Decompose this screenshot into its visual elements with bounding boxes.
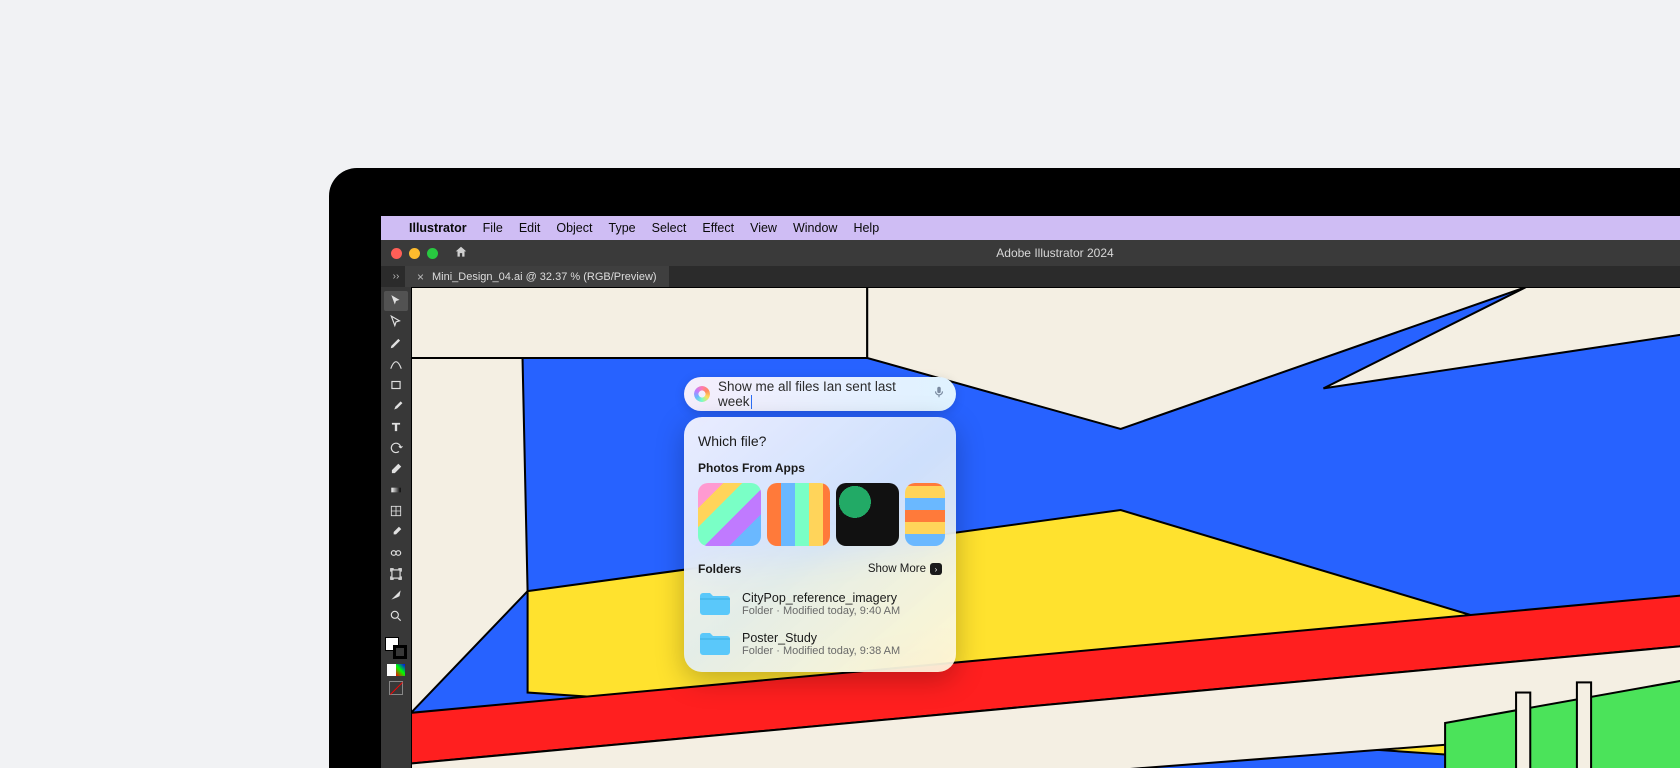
close-tab-icon[interactable]: × xyxy=(417,270,424,284)
menu-help[interactable]: Help xyxy=(853,221,879,235)
folder-subtitle: Folder · Modified today, 9:40 AM xyxy=(742,605,900,617)
slice-tool[interactable] xyxy=(384,585,408,605)
zoom-tool[interactable] xyxy=(384,606,408,626)
search-query-text: Show me all files Ian sent last week xyxy=(718,379,924,409)
document-tabbar: ›› × Mini_Design_04.ai @ 32.37 % (RGB/Pr… xyxy=(381,266,1680,287)
direct-selection-tool[interactable] xyxy=(384,312,408,332)
photo-thumbnail[interactable] xyxy=(767,483,830,546)
type-tool[interactable] xyxy=(384,417,408,437)
window-titlebar: Adobe Illustrator 2024 xyxy=(381,240,1680,266)
photo-thumbnail[interactable] xyxy=(905,483,945,546)
zoom-window-button[interactable] xyxy=(427,248,438,259)
siri-icon xyxy=(694,386,710,402)
document-tab-label: Mini_Design_04.ai @ 32.37 % (RGB/Preview… xyxy=(432,271,657,283)
siri-search-panel: Show me all files Ian sent last week Whi… xyxy=(684,377,956,672)
photos-section-label: Photos From Apps xyxy=(698,461,942,475)
app-menu[interactable]: Illustrator xyxy=(409,221,467,235)
folder-icon xyxy=(698,590,732,618)
show-more-button[interactable]: Show More › xyxy=(868,563,942,575)
menu-file[interactable]: File xyxy=(483,221,503,235)
curvature-tool[interactable] xyxy=(384,354,408,374)
tool-panel xyxy=(381,287,411,768)
photo-thumbnails xyxy=(698,483,942,546)
eraser-tool[interactable] xyxy=(384,459,408,479)
traffic-lights xyxy=(391,248,438,259)
color-mode-toggle[interactable] xyxy=(387,664,405,676)
menu-object[interactable]: Object xyxy=(556,221,592,235)
expand-tabs-button[interactable]: ›› xyxy=(387,266,405,287)
folder-name: CityPop_reference_imagery xyxy=(742,591,900,605)
photo-thumbnail[interactable] xyxy=(698,483,761,546)
menu-type[interactable]: Type xyxy=(609,221,636,235)
folders-section-label: Folders Show More › xyxy=(698,562,942,576)
menu-edit[interactable]: Edit xyxy=(519,221,541,235)
mesh-tool[interactable] xyxy=(384,501,408,521)
monitor-bezel: Illustrator File Edit Object Type Select… xyxy=(329,168,1680,768)
close-window-button[interactable] xyxy=(391,248,402,259)
menu-view[interactable]: View xyxy=(750,221,777,235)
canvas[interactable]: Show me all files Ian sent last week Whi… xyxy=(411,287,1680,768)
paintbrush-tool[interactable] xyxy=(384,396,408,416)
folder-result[interactable]: CityPop_reference_imagery Folder · Modif… xyxy=(698,584,942,624)
mac-menubar: Illustrator File Edit Object Type Select… xyxy=(381,216,1680,240)
minimize-window-button[interactable] xyxy=(409,248,420,259)
folder-result[interactable]: Poster_Study Folder · Modified today, 9:… xyxy=(698,624,942,664)
rectangle-tool[interactable] xyxy=(384,375,408,395)
no-color-icon[interactable] xyxy=(389,681,403,695)
siri-prompt: Which file? xyxy=(698,433,942,449)
menu-select[interactable]: Select xyxy=(652,221,687,235)
rotate-tool[interactable] xyxy=(384,438,408,458)
gradient-tool[interactable] xyxy=(384,480,408,500)
fill-stroke-swatches[interactable] xyxy=(385,637,407,659)
menu-effect[interactable]: Effect xyxy=(702,221,734,235)
pen-tool[interactable] xyxy=(384,333,408,353)
eyedropper-tool[interactable] xyxy=(384,522,408,542)
home-icon[interactable] xyxy=(454,245,468,262)
selection-tool[interactable] xyxy=(384,291,408,311)
siri-results-panel: Which file? Photos From Apps Folders xyxy=(684,417,956,672)
menu-window[interactable]: Window xyxy=(793,221,837,235)
window-title: Adobe Illustrator 2024 xyxy=(381,246,1680,260)
photo-thumbnail[interactable] xyxy=(836,483,899,546)
artwork xyxy=(411,287,1680,768)
folder-subtitle: Folder · Modified today, 9:38 AM xyxy=(742,645,900,657)
chevron-right-icon: › xyxy=(930,563,942,575)
document-tab[interactable]: × Mini_Design_04.ai @ 32.37 % (RGB/Previ… xyxy=(405,266,669,287)
folder-name: Poster_Study xyxy=(742,631,900,645)
microphone-icon[interactable] xyxy=(932,385,946,404)
blend-tool[interactable] xyxy=(384,543,408,563)
search-field[interactable]: Show me all files Ian sent last week xyxy=(684,377,956,411)
stroke-swatch[interactable] xyxy=(393,645,407,659)
workspace: Show me all files Ian sent last week Whi… xyxy=(381,287,1680,768)
artboard-tool[interactable] xyxy=(384,564,408,584)
screen: Illustrator File Edit Object Type Select… xyxy=(381,216,1680,768)
folder-icon xyxy=(698,630,732,658)
